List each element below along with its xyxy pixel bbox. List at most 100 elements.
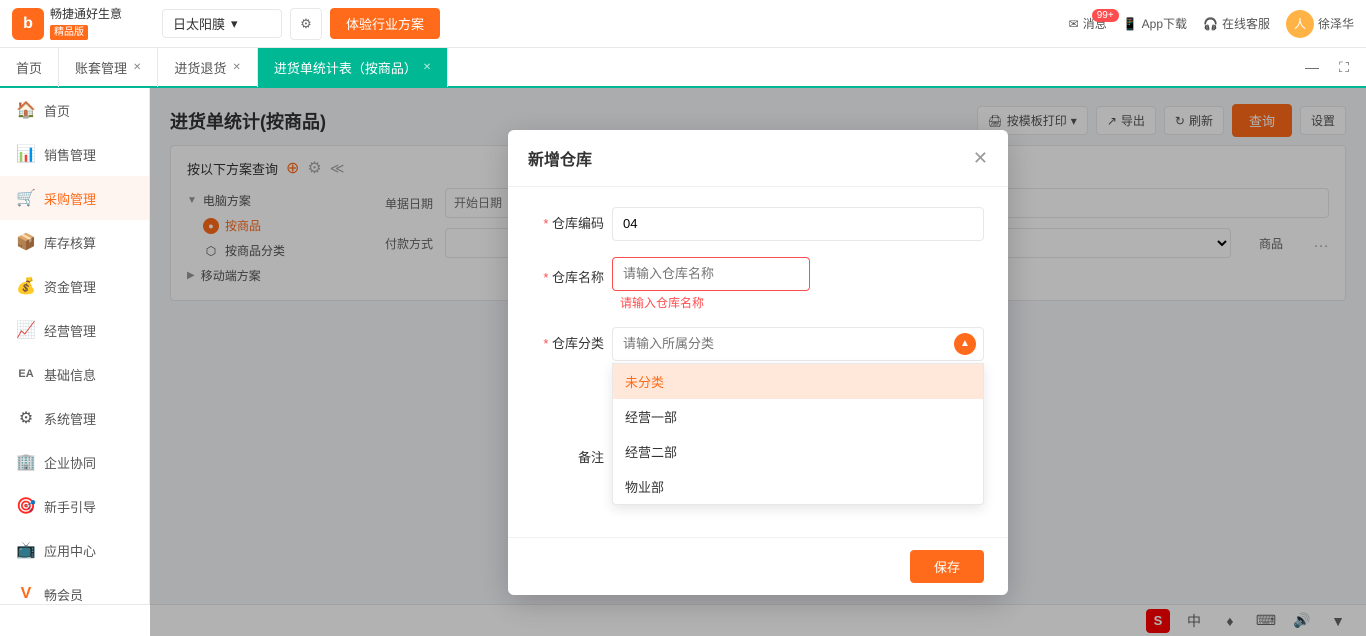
sidebar-item-purchase-label: 采购管理: [44, 189, 96, 208]
modal-body: 仓库编码 仓库名称 请输入仓库名称: [508, 187, 1008, 537]
app-logo-icon: b: [12, 8, 44, 40]
sidebar-item-guide-label: 新手引导: [44, 497, 96, 516]
sidebar-item-home-label: 首页: [44, 101, 70, 120]
sidebar-item-vip-label: 畅会员: [44, 585, 83, 604]
operations-icon: 📈: [16, 320, 36, 340]
inventory-icon: 📦: [16, 232, 36, 252]
user-name-label: 徐泽华: [1318, 15, 1354, 32]
add-warehouse-modal: 新增仓库 ✕ 仓库编码 仓库名称: [508, 130, 1008, 595]
sidebar-item-app-center[interactable]: 📺 应用中心: [0, 528, 149, 572]
sidebar-item-operations[interactable]: 📈 经营管理: [0, 308, 149, 352]
sidebar-item-purchase[interactable]: 🛒 采购管理: [0, 176, 149, 220]
dropdown-item-unclassified[interactable]: 未分类: [613, 364, 983, 399]
tab-bar-actions: — ⛶: [1298, 53, 1366, 81]
category-dropdown: 未分类 经营一部 经营二部 物业部: [612, 363, 984, 505]
trial-button[interactable]: 体验行业方案: [330, 8, 440, 39]
messages-button[interactable]: ✉ 消息 99+: [1069, 15, 1107, 32]
sidebar: 🏠 首页 📊 销售管理 🛒 采购管理 📦 库存核算 💰 资金管理 📈 经营管理 …: [0, 88, 150, 636]
code-label: 仓库编码: [532, 207, 612, 232]
home-icon: 🏠: [16, 100, 36, 120]
tab-account-label: 账套管理: [75, 58, 127, 77]
sidebar-item-home[interactable]: 🏠 首页: [0, 88, 149, 132]
sidebar-item-finance[interactable]: 💰 资金管理: [0, 264, 149, 308]
purchase-icon: 🛒: [16, 188, 36, 208]
category-input[interactable]: [612, 327, 984, 361]
system-icon: ⚙: [16, 408, 36, 428]
tab-home-label: 首页: [16, 58, 42, 77]
online-service-button[interactable]: 🎧 在线客服: [1203, 15, 1270, 32]
main-layout: 🏠 首页 📊 销售管理 🛒 采购管理 📦 库存核算 💰 资金管理 📈 经营管理 …: [0, 88, 1366, 636]
store-selector[interactable]: 日太阳膜 ▾: [162, 9, 282, 38]
tab-purchase-stats-label: 进货单统计表（按商品）: [274, 58, 417, 77]
content-area: 进货单统计(按商品) 🖨 按模板打印 ▾ ↗ 导出 ↻ 刷新: [150, 88, 1366, 636]
tab-account[interactable]: 账套管理 ✕: [59, 47, 158, 87]
sidebar-item-inventory-label: 库存核算: [44, 233, 96, 252]
guide-icon: 🎯: [16, 496, 36, 516]
user-avatar: 人: [1286, 10, 1314, 38]
dropdown-arrow-icon: ▾: [231, 16, 238, 32]
sidebar-item-system-label: 系统管理: [44, 409, 96, 428]
modal-footer: 保存: [508, 537, 1008, 595]
sidebar-item-guide[interactable]: 🎯 新手引导: [0, 484, 149, 528]
category-toggle-icon[interactable]: ▲: [954, 333, 976, 355]
basic-info-icon: EA: [16, 368, 36, 380]
name-label: 仓库名称: [532, 261, 612, 286]
modal-title: 新增仓库: [528, 146, 592, 170]
app-logo-text: 畅捷通好生意 精品版: [50, 7, 122, 40]
top-center: 日太阳膜 ▾ ⚙ 体验行业方案: [162, 8, 1069, 40]
sidebar-item-enterprise[interactable]: 🏢 企业协同: [0, 440, 149, 484]
app-center-icon: 📺: [16, 540, 36, 560]
tab-account-close-icon[interactable]: ✕: [133, 62, 141, 73]
sidebar-item-system[interactable]: ⚙ 系统管理: [0, 396, 149, 440]
modal-header: 新增仓库 ✕: [508, 130, 1008, 187]
tab-purchase-return[interactable]: 进货退货 ✕: [158, 47, 257, 87]
modal-overlay: 新增仓库 ✕ 仓库编码 仓库名称: [150, 88, 1366, 636]
tab-minimize-icon[interactable]: —: [1298, 53, 1326, 81]
phone-icon: 📱: [1123, 17, 1138, 31]
sidebar-item-sales-label: 销售管理: [44, 145, 96, 164]
sidebar-item-enterprise-label: 企业协同: [44, 453, 96, 472]
tab-maximize-icon[interactable]: ⛶: [1330, 53, 1358, 81]
logo-area: b 畅捷通好生意 精品版: [12, 7, 162, 40]
name-input[interactable]: [612, 257, 810, 291]
category-label: 仓库分类: [532, 327, 612, 352]
sidebar-item-basic-info-label: 基础信息: [44, 365, 96, 384]
finance-icon: 💰: [16, 276, 36, 296]
sidebar-item-basic-info[interactable]: EA 基础信息: [0, 352, 149, 396]
tab-home[interactable]: 首页: [0, 47, 59, 87]
message-icon: ✉: [1069, 17, 1079, 31]
settings-icon[interactable]: ⚙: [290, 8, 322, 40]
enterprise-icon: 🏢: [16, 452, 36, 472]
modal-close-icon[interactable]: ✕: [973, 149, 988, 167]
top-right-actions: ✉ 消息 99+ 📱 App下载 🎧 在线客服 人 徐泽华: [1069, 10, 1354, 38]
top-bar: b 畅捷通好生意 精品版 日太阳膜 ▾ ⚙ 体验行业方案 ✉ 消息 99+ 📱 …: [0, 0, 1366, 48]
sidebar-item-finance-label: 资金管理: [44, 277, 96, 296]
store-name: 日太阳膜: [173, 14, 225, 33]
dropdown-item-property[interactable]: 物业部: [613, 469, 983, 504]
sidebar-item-sales[interactable]: 📊 销售管理: [0, 132, 149, 176]
dropdown-item-ops2[interactable]: 经营二部: [613, 434, 983, 469]
dropdown-item-ops1[interactable]: 经营一部: [613, 399, 983, 434]
sidebar-item-operations-label: 经营管理: [44, 321, 96, 340]
tab-bar: 首页 账套管理 ✕ 进货退货 ✕ 进货单统计表（按商品） ✕ — ⛶: [0, 48, 1366, 88]
save-button[interactable]: 保存: [910, 550, 984, 583]
online-service-label: 在线客服: [1222, 15, 1270, 32]
vip-icon: V: [16, 585, 36, 603]
notes-label: 备注: [532, 441, 612, 466]
tab-purchase-return-close-icon[interactable]: ✕: [232, 62, 240, 73]
category-select-wrapper: ▲ 未分类 经营一部 经营二部 物业部: [612, 327, 984, 361]
tab-purchase-stats[interactable]: 进货单统计表（按商品） ✕: [258, 47, 448, 87]
sales-icon: 📊: [16, 144, 36, 164]
notification-badge: 99+: [1092, 9, 1119, 22]
code-input[interactable]: [612, 207, 984, 241]
name-error-message: 请输入仓库名称: [620, 294, 704, 311]
category-field-row: 仓库分类 ▲ 未分类 经营一部 经营二部 物业部: [532, 327, 984, 361]
name-field-row: 仓库名称 请输入仓库名称: [532, 257, 984, 311]
tab-purchase-stats-close-icon[interactable]: ✕: [423, 62, 431, 73]
user-area[interactable]: 人 徐泽华: [1286, 10, 1354, 38]
app-download-label: App下载: [1142, 15, 1187, 32]
content-inner: 进货单统计(按商品) 🖨 按模板打印 ▾ ↗ 导出 ↻ 刷新: [150, 88, 1366, 636]
code-field-row: 仓库编码: [532, 207, 984, 241]
sidebar-item-inventory[interactable]: 📦 库存核算: [0, 220, 149, 264]
app-download-button[interactable]: 📱 App下载: [1123, 15, 1187, 32]
